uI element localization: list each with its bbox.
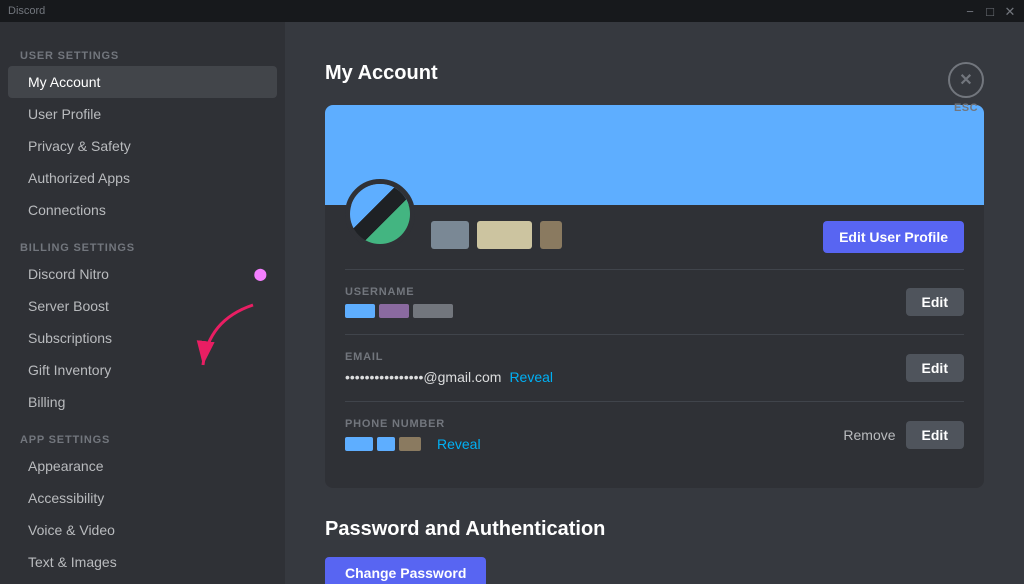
- username-field-row: USERNAME Edit: [345, 269, 964, 334]
- avatar-image: [350, 184, 410, 244]
- sidebar-item-user-profile[interactable]: User Profile: [8, 98, 277, 130]
- sidebar-item-billing[interactable]: Billing: [8, 386, 277, 418]
- close-button[interactable]: ✕: [1004, 5, 1016, 17]
- sidebar-section: APP SETTINGS Appearance Accessibility Voice…: [0, 426, 285, 584]
- username-block: [379, 304, 409, 318]
- main-content: ✕ ESC My Account Edit User Profile: [285, 22, 1024, 584]
- edit-profile-button[interactable]: Edit User Profile: [823, 221, 964, 253]
- sidebar-item-label: Discord Nitro: [28, 266, 109, 282]
- username-value: [345, 304, 906, 318]
- sidebar-item-label: Text & Images: [28, 554, 117, 570]
- avatar: [345, 179, 415, 249]
- esc-icon[interactable]: ✕: [948, 62, 984, 98]
- email-edit-button[interactable]: Edit: [906, 354, 964, 382]
- username-block: [345, 304, 375, 318]
- sidebar-item-authorized-apps[interactable]: Authorized Apps: [8, 162, 277, 194]
- phone-reveal-link[interactable]: Reveal: [437, 436, 481, 452]
- sidebar-item-notifications[interactable]: Notifications: [8, 578, 277, 584]
- email-actions: Edit: [906, 354, 964, 382]
- esc-button[interactable]: ✕ ESC: [948, 62, 984, 114]
- email-field-left: EMAIL ••••••••••••••••@gmail.com Reveal: [345, 351, 906, 385]
- sidebar-item-label: Server Boost: [28, 298, 109, 314]
- sidebar-item-my-account[interactable]: My Account: [8, 66, 277, 98]
- phone-block: [399, 437, 421, 451]
- phone-label: PHONE NUMBER: [345, 418, 843, 430]
- profile-info-row: Edit User Profile: [325, 205, 984, 269]
- avatar-area: [345, 179, 562, 249]
- phone-edit-button[interactable]: Edit: [906, 421, 964, 449]
- sidebar-section: BILLING SETTINGS Discord Nitro ⬤ Server Boo…: [0, 234, 285, 418]
- phone-block: [345, 437, 373, 451]
- sidebar-item-label: Subscriptions: [28, 330, 112, 346]
- page-title: My Account: [325, 62, 984, 85]
- email-field-row: EMAIL ••••••••••••••••@gmail.com Reveal …: [345, 334, 964, 401]
- maximize-button[interactable]: □: [984, 5, 996, 17]
- color-swatch[interactable]: [540, 221, 562, 249]
- sidebar-item-label: Gift Inventory: [28, 362, 111, 378]
- phone-actions: Remove Edit: [843, 421, 964, 449]
- username-field-left: USERNAME: [345, 286, 906, 318]
- password-section: Password and Authentication Change Passw…: [325, 518, 984, 584]
- sidebar-item-server-boost[interactable]: Server Boost: [8, 290, 277, 322]
- sidebar-item-accessibility[interactable]: Accessibility: [8, 482, 277, 514]
- minimize-button[interactable]: −: [964, 5, 976, 17]
- nitro-badge-icon: ⬤: [254, 267, 267, 281]
- username-actions: Edit: [906, 288, 964, 316]
- phone-remove-link[interactable]: Remove: [843, 427, 895, 443]
- profile-fields: USERNAME Edit EMAIL ••••••••••••••••: [325, 269, 984, 488]
- sidebar-section-header: USER SETTINGS: [0, 42, 285, 66]
- username-edit-button[interactable]: Edit: [906, 288, 964, 316]
- username-block: [413, 304, 453, 318]
- email-reveal-link[interactable]: Reveal: [509, 369, 553, 385]
- color-swatch[interactable]: [477, 221, 532, 249]
- username-label: USERNAME: [345, 286, 906, 298]
- app-title: Discord: [8, 5, 45, 17]
- color-swatches: [431, 221, 562, 249]
- sidebar-item-label: Privacy & Safety: [28, 138, 131, 154]
- sidebar-item-privacy-safety[interactable]: Privacy & Safety: [8, 130, 277, 162]
- sidebar-section-header: BILLING SETTINGS: [0, 234, 285, 258]
- password-section-title: Password and Authentication: [325, 518, 984, 541]
- sidebar-item-label: Voice & Video: [28, 522, 115, 538]
- phone-field-left: PHONE NUMBER Reveal: [345, 418, 843, 452]
- app-container: USER SETTINGS My Account User Profile Priva…: [0, 22, 1024, 584]
- phone-block: [377, 437, 395, 451]
- sidebar-item-label: My Account: [28, 74, 100, 90]
- sidebar-item-connections[interactable]: Connections: [8, 194, 277, 226]
- title-bar: Discord − □ ✕: [0, 0, 1024, 22]
- sidebar-section-header: APP SETTINGS: [0, 426, 285, 450]
- change-password-button[interactable]: Change Password: [325, 557, 486, 584]
- sidebar: USER SETTINGS My Account User Profile Priva…: [0, 22, 285, 584]
- sidebar-item-gift-inventory[interactable]: Gift Inventory: [8, 354, 277, 386]
- sidebar-item-voice-video[interactable]: Voice & Video: [8, 514, 277, 546]
- email-value: ••••••••••••••••@gmail.com Reveal: [345, 369, 906, 385]
- sidebar-item-text-images[interactable]: Text & Images: [8, 546, 277, 578]
- phone-blocks: [345, 437, 421, 451]
- email-label: EMAIL: [345, 351, 906, 363]
- sidebar-item-label: Billing: [28, 394, 65, 410]
- sidebar-item-appearance[interactable]: Appearance: [8, 450, 277, 482]
- sidebar-item-label: Authorized Apps: [28, 170, 130, 186]
- sidebar-item-label: Accessibility: [28, 490, 104, 506]
- sidebar-item-label: Appearance: [28, 458, 104, 474]
- phone-field-row: PHONE NUMBER Reveal Remove Edit: [345, 401, 964, 468]
- sidebar-item-label: User Profile: [28, 106, 101, 122]
- phone-value: Reveal: [345, 436, 843, 452]
- sidebar-item-discord-nitro[interactable]: Discord Nitro ⬤: [8, 258, 277, 290]
- esc-label: ESC: [954, 102, 978, 114]
- sidebar-item-subscriptions[interactable]: Subscriptions: [8, 322, 277, 354]
- email-text: ••••••••••••••••@gmail.com: [345, 369, 501, 385]
- window-controls: − □ ✕: [964, 5, 1016, 17]
- profile-card: Edit User Profile USERNAME Edit: [325, 105, 984, 488]
- sidebar-section: USER SETTINGS My Account User Profile Priva…: [0, 42, 285, 226]
- sidebar-item-label: Connections: [28, 202, 106, 218]
- color-swatch[interactable]: [431, 221, 469, 249]
- username-blocks: [345, 304, 453, 318]
